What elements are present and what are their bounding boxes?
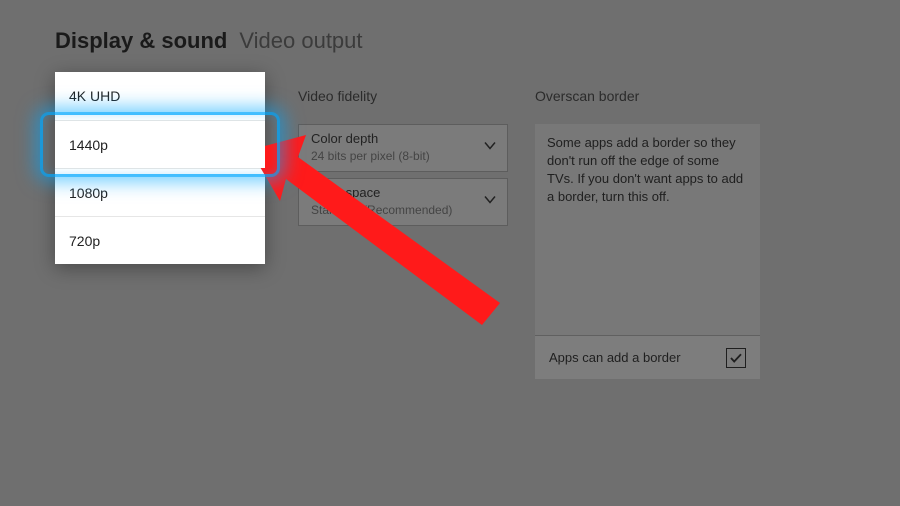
overscan-description: Some apps add a border so they don't run… xyxy=(547,134,748,206)
color-space-title: Color space xyxy=(311,185,471,201)
overscan-border-label: Overscan border xyxy=(535,88,639,104)
chevron-down-icon xyxy=(483,139,497,158)
color-space-value: Standard (Recommended) xyxy=(311,203,471,217)
resolution-option-720p[interactable]: 720p xyxy=(55,216,265,264)
page-title: Display & sound xyxy=(55,28,227,54)
overscan-checkbox-label: Apps can add a border xyxy=(549,350,681,365)
overscan-panel: Some apps add a border so they don't run… xyxy=(535,124,760,379)
resolution-option-1080p[interactable]: 1080p xyxy=(55,168,265,216)
chevron-down-icon xyxy=(483,193,497,212)
resolution-option-label: 720p xyxy=(69,233,100,249)
color-depth-dropdown[interactable]: Color depth 24 bits per pixel (8-bit) xyxy=(298,124,508,172)
resolution-option-1440p[interactable]: 1440p xyxy=(55,120,265,168)
color-depth-value: 24 bits per pixel (8-bit) xyxy=(311,149,471,163)
overscan-checkbox-row[interactable]: Apps can add a border xyxy=(535,335,760,379)
check-icon xyxy=(729,351,743,365)
color-space-dropdown[interactable]: Color space Standard (Recommended) xyxy=(298,178,508,226)
resolution-option-label: 1440p xyxy=(69,137,108,153)
resolution-dropdown-list[interactable]: 4K UHD 1440p 1080p 720p xyxy=(55,72,265,264)
video-fidelity-label: Video fidelity xyxy=(298,88,377,104)
resolution-option-label: 1080p xyxy=(69,185,108,201)
page-subtitle: Video output xyxy=(239,28,362,54)
color-depth-title: Color depth xyxy=(311,131,471,147)
resolution-option-label: 4K UHD xyxy=(69,88,120,104)
resolution-option-4k-uhd[interactable]: 4K UHD xyxy=(55,72,265,120)
overscan-checkbox[interactable] xyxy=(726,348,746,368)
page-header: Display & sound Video output xyxy=(55,28,363,54)
